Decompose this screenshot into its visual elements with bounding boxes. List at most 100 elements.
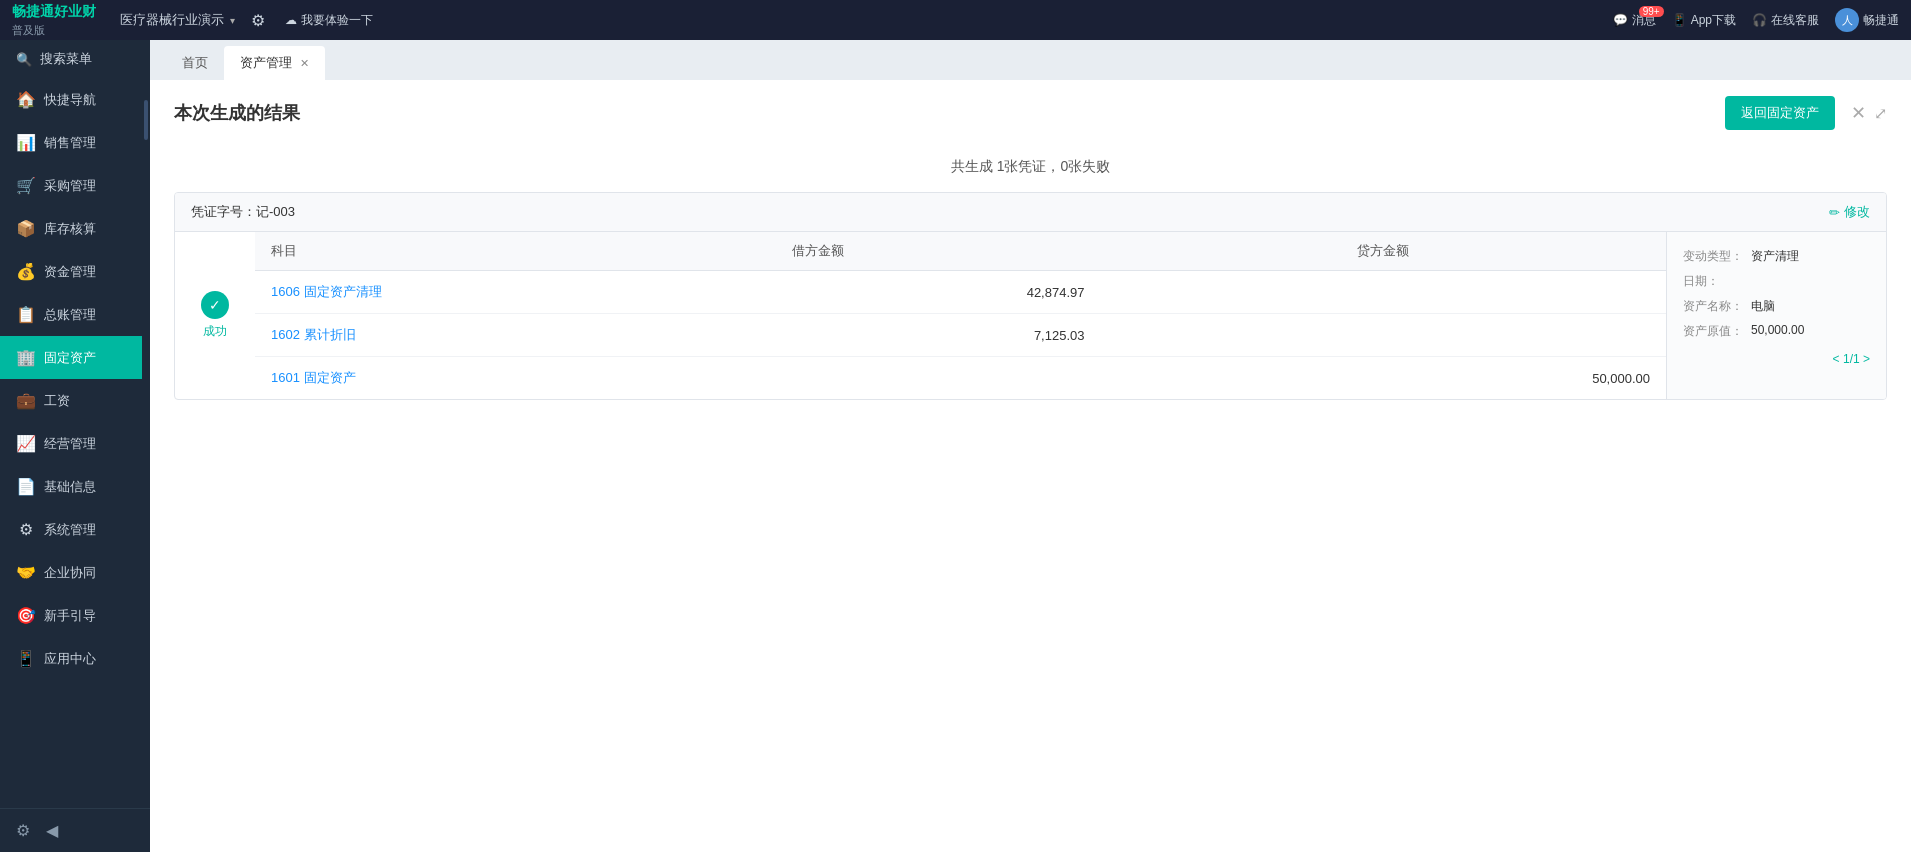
app-edition: 普及版 (12, 23, 96, 38)
voucher-header: 凭证字号：记-003 ✏ 修改 (175, 193, 1886, 232)
page-content: 本次生成的结果 返回固定资产 ✕ ⤢ 共生成 1张凭证，0张失败 凭证字号：记-… (150, 80, 1911, 852)
sidebar-item-quick-nav[interactable]: 🏠 快捷导航 (0, 78, 142, 121)
avatar: 人 (1835, 8, 1859, 32)
logo-wrap: 畅捷通好业财 普及版 (12, 3, 96, 38)
sidebar-payroll-label: 工资 (44, 392, 70, 410)
sidebar-item-ledger[interactable]: 📋 总账管理 (0, 293, 142, 336)
sidebar-footer: ⚙ ◀ (0, 808, 150, 852)
online-service-btn[interactable]: 🎧 在线客服 (1752, 12, 1819, 29)
experience-label: 我要体验一下 (301, 12, 373, 29)
purchase-icon: 🛒 (16, 176, 36, 195)
company-selector[interactable]: 医疗器械行业演示 ▾ (120, 11, 235, 29)
header-debit: 借方金额 (535, 232, 1101, 270)
tab-asset-mgmt[interactable]: 资产管理 ✕ (224, 46, 325, 80)
sidebar-fund-label: 资金管理 (44, 263, 96, 281)
header-credit: 贷方金额 (1101, 232, 1667, 270)
date-label: 日期： (1683, 273, 1719, 290)
sidebar-search-label: 搜索菜单 (40, 50, 92, 68)
sidebar-enterprise-label: 企业协同 (44, 564, 96, 582)
sidebar-item-purchase[interactable]: 🛒 采购管理 (0, 164, 142, 207)
tab-close-icon[interactable]: ✕ (300, 57, 309, 70)
app-logo: 畅捷通好业财 (12, 3, 96, 21)
table-row: 1602 累计折旧 7,125.03 (255, 314, 1666, 357)
sidebar-sales-label: 销售管理 (44, 134, 96, 152)
result-area: 共生成 1张凭证，0张失败 凭证字号：记-003 ✏ 修改 (150, 142, 1911, 424)
message-badge: 99+ (1639, 6, 1664, 17)
result-summary: 共生成 1张凭证，0张失败 (174, 142, 1887, 192)
cell-subject-2[interactable]: 1602 累计折旧 (255, 314, 535, 356)
edit-icon: ✏ (1829, 205, 1840, 220)
sidebar-item-system[interactable]: ⚙ 系统管理 (0, 508, 142, 551)
original-value-label: 资产原值： (1683, 323, 1743, 340)
next-page-btn[interactable]: > (1863, 352, 1870, 366)
asset-name-row: 资产名称： 电脑 (1683, 294, 1870, 319)
headset-icon: 🎧 (1752, 13, 1767, 27)
topbar: 畅捷通好业财 普及版 医疗器械行业演示 ▾ ⚙ ☁ 我要体验一下 💬 消息 99… (0, 0, 1911, 40)
voucher-no: 凭证字号：记-003 (191, 203, 295, 221)
expand-icon[interactable]: ⤢ (1874, 104, 1887, 123)
footer-collapse-icon[interactable]: ◀ (46, 821, 58, 840)
inventory-icon: 📦 (16, 219, 36, 238)
table-header: 科目 借方金额 贷方金额 (255, 232, 1666, 271)
cell-subject-1[interactable]: 1606 固定资产清理 (255, 271, 535, 313)
asset-name-value: 电脑 (1751, 298, 1775, 315)
app-download-btn[interactable]: 📱 App下载 (1672, 12, 1736, 29)
user-name: 畅捷通 (1863, 12, 1899, 29)
cloud-icon: ☁ (285, 13, 297, 27)
table-row: 1601 固定资产 50,000.00 (255, 357, 1666, 399)
date-row: 日期： (1683, 269, 1870, 294)
message-btn[interactable]: 💬 消息 99+ (1613, 12, 1656, 29)
experience-btn[interactable]: ☁ 我要体验一下 (285, 12, 373, 29)
user-avatar[interactable]: 人 畅捷通 (1835, 8, 1899, 32)
cell-credit-3: 50,000.00 (1101, 359, 1667, 398)
voucher-section: 凭证字号：记-003 ✏ 修改 ✓ (174, 192, 1887, 400)
settings-icon[interactable]: ⚙ (251, 11, 265, 30)
sidebar-fixed-assets-label: 固定资产 (44, 349, 96, 367)
close-icon[interactable]: ✕ (1851, 102, 1866, 124)
sidebar-system-label: 系统管理 (44, 521, 96, 539)
sidebar-item-enterprise[interactable]: 🤝 企业协同 (0, 551, 142, 594)
sidebar-item-fixed-assets[interactable]: 🏢 固定资产 (0, 336, 142, 379)
cell-subject-3[interactable]: 1601 固定资产 (255, 357, 535, 399)
sidebar-item-payroll[interactable]: 💼 工资 (0, 379, 142, 422)
sidebar-item-sales[interactable]: 📊 销售管理 (0, 121, 142, 164)
voucher-edit-btn[interactable]: ✏ 修改 (1829, 203, 1870, 221)
app-center-icon: 📱 (16, 649, 36, 668)
sidebar-basics-label: 基础信息 (44, 478, 96, 496)
prev-page-btn[interactable]: < (1833, 352, 1840, 366)
voucher-left: ✓ 成功 科目 借方金额 贷方金额 (175, 232, 1666, 399)
mobile-icon: 📱 (1672, 13, 1687, 27)
sidebar-item-basics[interactable]: 📄 基础信息 (0, 465, 142, 508)
tab-bar: 首页 资产管理 ✕ (150, 40, 1911, 80)
dropdown-icon: ▾ (230, 15, 235, 26)
sales-icon: 📊 (16, 133, 36, 152)
company-name: 医疗器械行业演示 (120, 11, 224, 29)
voucher-sidebar-info: 变动类型： 资产清理 日期： 资产名称： 电脑 (1666, 232, 1886, 399)
sidebar-item-search[interactable]: 🔍 搜索菜单 (0, 40, 142, 78)
tab-home[interactable]: 首页 (166, 46, 224, 80)
operations-icon: 📈 (16, 434, 36, 453)
home-icon: 🏠 (16, 90, 36, 109)
sidebar-item-inventory[interactable]: 📦 库存核算 (0, 207, 142, 250)
guide-icon: 🎯 (16, 606, 36, 625)
success-label: 成功 (203, 323, 227, 340)
return-button[interactable]: 返回固定资产 (1725, 96, 1835, 130)
sidebar-item-operations[interactable]: 📈 经营管理 (0, 422, 142, 465)
cell-debit-3 (535, 366, 1101, 390)
change-type-row: 变动类型： 资产清理 (1683, 244, 1870, 269)
app-download-label: App下载 (1691, 12, 1736, 29)
payroll-icon: 💼 (16, 391, 36, 410)
sidebar-item-guide[interactable]: 🎯 新手引导 (0, 594, 142, 637)
online-service-label: 在线客服 (1771, 12, 1819, 29)
footer-settings-icon[interactable]: ⚙ (16, 821, 30, 840)
page-info: 1/1 (1843, 352, 1863, 366)
sidebar: 🔍 搜索菜单 🏠 快捷导航 📊 销售管理 🛒 采购管理 📦 库存核 (0, 40, 150, 852)
sidebar-item-fund[interactable]: 💰 资金管理 (0, 250, 142, 293)
fund-icon: 💰 (16, 262, 36, 281)
sidebar-item-app-center[interactable]: 📱 应用中心 (0, 637, 142, 680)
sidebar-app-center-label: 应用中心 (44, 650, 96, 668)
sidebar-ledger-label: 总账管理 (44, 306, 96, 324)
change-type-label: 变动类型： (1683, 248, 1743, 265)
basics-icon: 📄 (16, 477, 36, 496)
sidebar-guide-label: 新手引导 (44, 607, 96, 625)
